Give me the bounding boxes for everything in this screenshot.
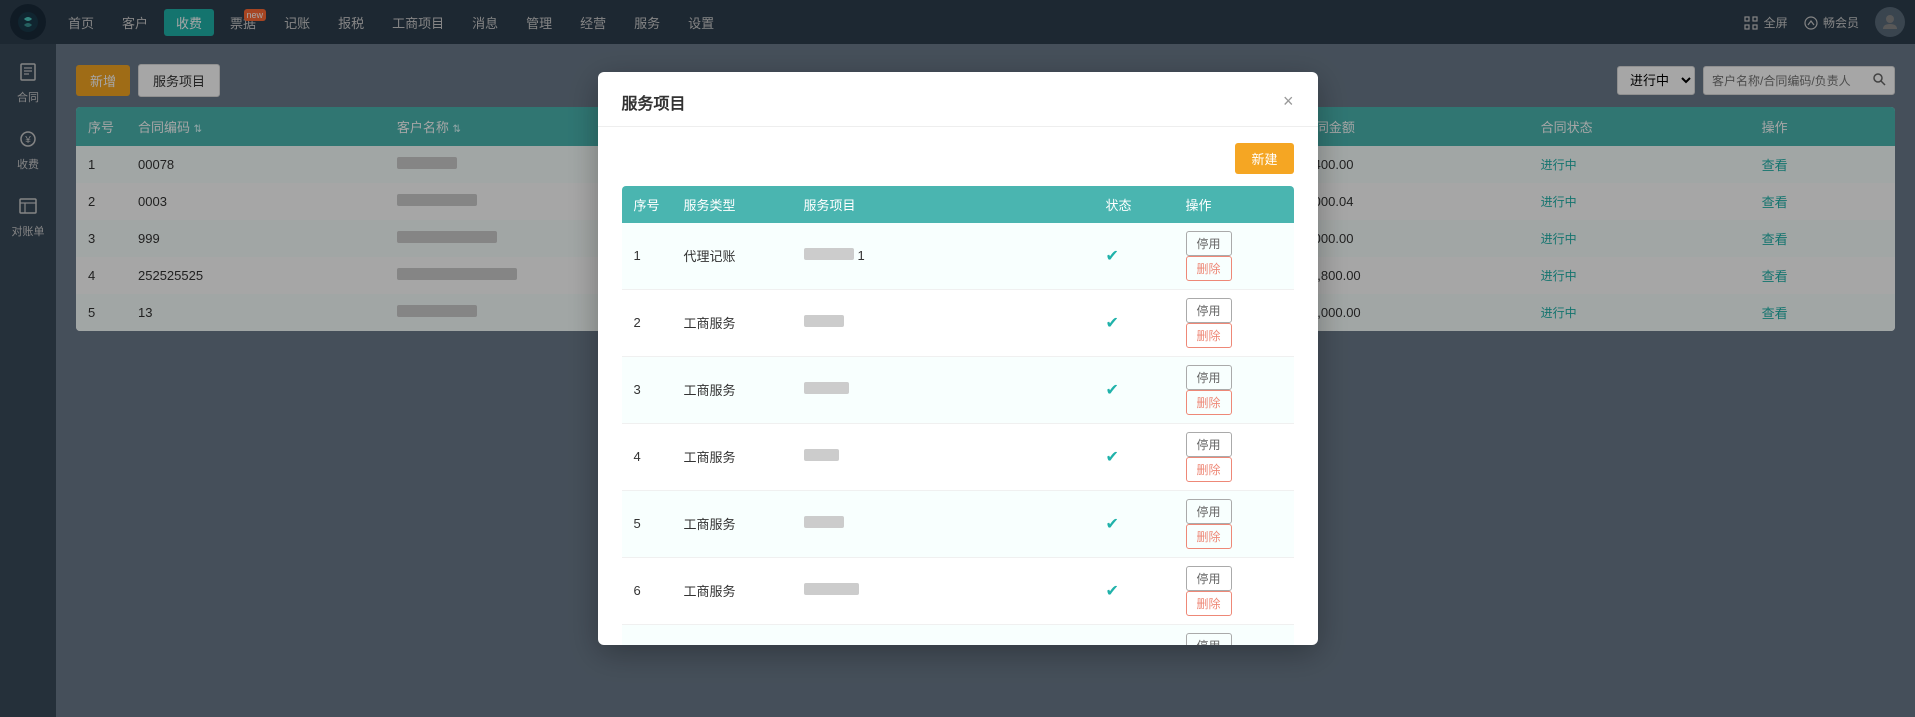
delete-button[interactable]: 删除: [1186, 457, 1232, 482]
modal-cell-item: [792, 289, 1094, 356]
modal-cell-status: ✔: [1094, 423, 1174, 490]
modal-cell-actions: 停用 删除: [1174, 557, 1294, 624]
modal-cell-seq: 2: [622, 289, 672, 356]
modal-body: 新建 序号 服务类型 服务项目 状态 操作: [598, 127, 1318, 646]
status-check-icon: ✔: [1106, 583, 1119, 600]
modal-header: 服务项目 ×: [598, 72, 1318, 127]
stop-button[interactable]: 停用: [1186, 633, 1232, 646]
modal-cell-status: ✔: [1094, 356, 1174, 423]
modal-cell-item: [792, 423, 1094, 490]
delete-button[interactable]: 删除: [1186, 256, 1232, 281]
modal-cell-actions: 停用 删除: [1174, 289, 1294, 356]
modal-cell-status: ✔: [1094, 490, 1174, 557]
modal-cell-actions: 停用 删除: [1174, 490, 1294, 557]
modal-table-row: 2 工商服务 ✔ 停用 删除: [622, 289, 1294, 356]
modal-cell-type: 工商服务: [672, 624, 792, 645]
modal-cell-item: [792, 356, 1094, 423]
modal-cell-type: 工商服务: [672, 289, 792, 356]
modal-col-type: 服务类型: [672, 186, 792, 223]
modal-cell-type: 工商服务: [672, 557, 792, 624]
stop-button[interactable]: 停用: [1186, 298, 1232, 323]
modal-cell-item: [792, 557, 1094, 624]
delete-button[interactable]: 删除: [1186, 591, 1232, 616]
modal-cell-seq: 1: [622, 223, 672, 290]
stop-button[interactable]: 停用: [1186, 365, 1232, 390]
modal-cell-status: ✔: [1094, 624, 1174, 645]
modal-close-button[interactable]: ×: [1283, 91, 1294, 112]
modal-table-row: 4 工商服务 ✔ 停用 删除: [622, 423, 1294, 490]
modal-cell-type: 代理记账: [672, 223, 792, 290]
modal-col-item: 服务项目: [792, 186, 1094, 223]
modal-cell-actions: 停用 删除: [1174, 624, 1294, 645]
stop-button[interactable]: 停用: [1186, 231, 1232, 256]
modal-table-row: 6 工商服务 ✔ 停用 删除: [622, 557, 1294, 624]
modal-cell-actions: 停用 删除: [1174, 423, 1294, 490]
delete-button[interactable]: 删除: [1186, 524, 1232, 549]
modal-cell-seq: 3: [622, 356, 672, 423]
service-items-table: 序号 服务类型 服务项目 状态 操作 1 代理记账 1 ✔ 停用 删除: [622, 186, 1294, 646]
status-check-icon: ✔: [1106, 516, 1119, 533]
modal-cell-type: 工商服务: [672, 356, 792, 423]
delete-button[interactable]: 删除: [1186, 323, 1232, 348]
stop-button[interactable]: 停用: [1186, 432, 1232, 457]
modal-table-row: 7 工商服务 ✔ 停用 删除: [622, 624, 1294, 645]
stop-button[interactable]: 停用: [1186, 499, 1232, 524]
status-check-icon: ✔: [1106, 382, 1119, 399]
modal-new-button[interactable]: 新建: [1235, 143, 1293, 174]
modal-table-row: 1 代理记账 1 ✔ 停用 删除: [622, 223, 1294, 290]
modal-cell-seq: 5: [622, 490, 672, 557]
modal-toolbar: 新建: [622, 143, 1294, 174]
modal-cell-status: ✔: [1094, 223, 1174, 290]
service-items-modal: 服务项目 × 新建 序号 服务类型 服务项目 状态 操作: [598, 72, 1318, 646]
modal-cell-actions: 停用 删除: [1174, 356, 1294, 423]
modal-cell-actions: 停用 删除: [1174, 223, 1294, 290]
modal-col-action: 操作: [1174, 186, 1294, 223]
modal-cell-type: 工商服务: [672, 490, 792, 557]
modal-cell-seq: 4: [622, 423, 672, 490]
modal-cell-status: ✔: [1094, 289, 1174, 356]
modal-cell-item: [792, 624, 1094, 645]
stop-button[interactable]: 停用: [1186, 566, 1232, 591]
status-check-icon: ✔: [1106, 315, 1119, 332]
modal-col-seq: 序号: [622, 186, 672, 223]
modal-overlay[interactable]: 服务项目 × 新建 序号 服务类型 服务项目 状态 操作: [0, 0, 1915, 717]
modal-cell-type: 工商服务: [672, 423, 792, 490]
modal-col-status: 状态: [1094, 186, 1174, 223]
modal-title: 服务项目: [622, 90, 686, 114]
status-check-icon: ✔: [1106, 449, 1119, 466]
modal-table-row: 3 工商服务 ✔ 停用 删除: [622, 356, 1294, 423]
modal-cell-status: ✔: [1094, 557, 1174, 624]
modal-cell-item: 1: [792, 223, 1094, 290]
modal-cell-seq: 7: [622, 624, 672, 645]
modal-cell-seq: 6: [622, 557, 672, 624]
modal-table-row: 5 工商服务 ✔ 停用 删除: [622, 490, 1294, 557]
status-check-icon: ✔: [1106, 248, 1119, 265]
delete-button[interactable]: 删除: [1186, 390, 1232, 415]
modal-cell-item: [792, 490, 1094, 557]
